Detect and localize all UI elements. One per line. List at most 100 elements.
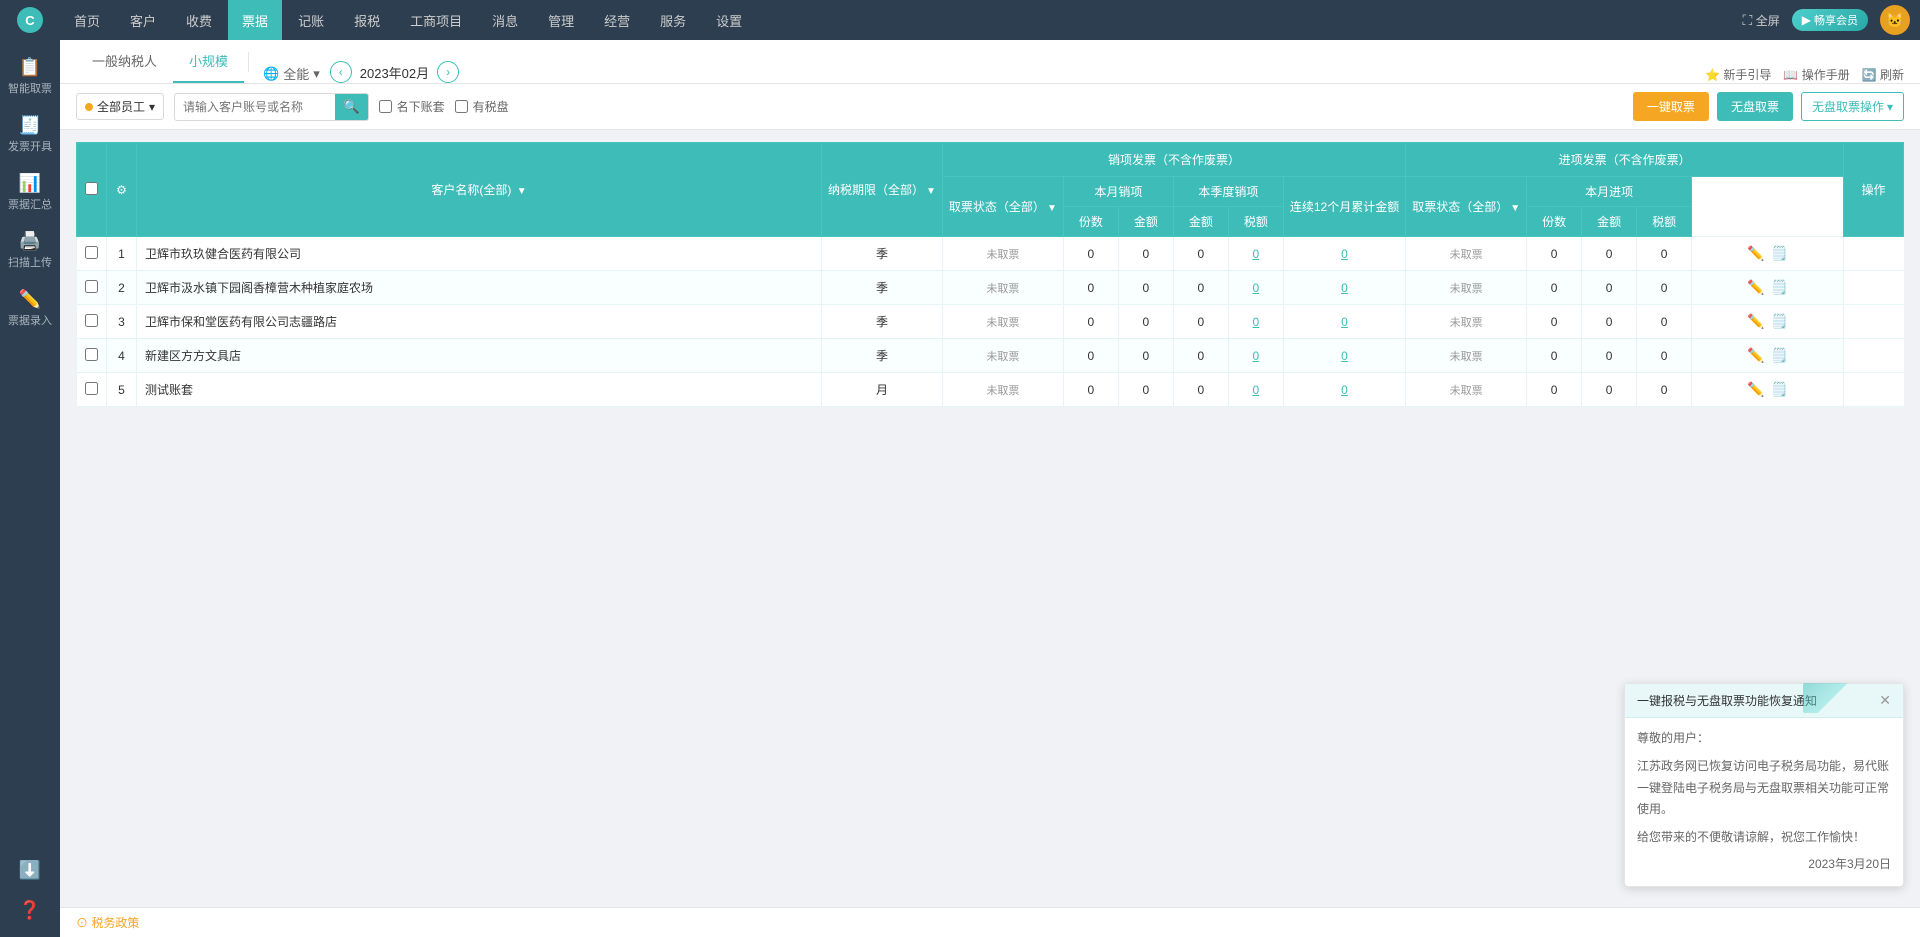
sales-status-filter[interactable]: ▼: [1047, 203, 1057, 214]
select-all-checkbox[interactable]: [85, 182, 98, 195]
nav-home[interactable]: 首页: [60, 0, 114, 40]
toolbar: 全部员工 ▾ 🔍 名下账套 有税盘 一键取票 无盘取票 无盘取票操作 ▾: [60, 84, 1920, 130]
tax-disk-checkbox[interactable]: [455, 100, 468, 113]
row-sales-quarter-amount: 0: [1173, 339, 1228, 373]
row-customer-name: 新建区方方文具店: [137, 339, 822, 373]
row-sales-quarter-tax: 0: [1228, 373, 1283, 407]
nav-customer[interactable]: 客户: [116, 0, 170, 40]
annual-link[interactable]: 0: [1341, 349, 1348, 363]
row-income-status: 未取票: [1406, 237, 1527, 271]
vip-button[interactable]: ▶ 畅享会员: [1792, 9, 1868, 31]
annual-link[interactable]: 0: [1341, 281, 1348, 295]
filter-own-accounts[interactable]: 名下账套: [379, 98, 445, 115]
th-income-group: 进项发票（不含作废票）: [1406, 143, 1844, 177]
bottom-bar[interactable]: ⊙ 税务政策: [60, 907, 1920, 937]
tax-policy-link[interactable]: ⊙ 税务政策: [76, 914, 139, 931]
nav-invoice[interactable]: 票据: [228, 0, 282, 40]
sidebar-download[interactable]: ⬇️: [2, 853, 58, 887]
row-income-month-tax: 0: [1637, 373, 1692, 407]
app-logo[interactable]: C: [10, 0, 50, 40]
filter-has-tax-disk[interactable]: 有税盘: [455, 98, 509, 115]
period-prev-btn[interactable]: ‹: [330, 61, 352, 83]
no-disk-fetch-btn[interactable]: 无盘取票: [1717, 92, 1793, 121]
entry-icon: ✏️: [19, 290, 41, 308]
period-filter-icon[interactable]: ▼: [926, 186, 936, 197]
svg-text:C: C: [25, 13, 35, 28]
nav-message[interactable]: 消息: [478, 0, 532, 40]
nav-service[interactable]: 服务: [646, 0, 700, 40]
row-checkbox[interactable]: [85, 246, 98, 259]
nav-tax[interactable]: 报税: [340, 0, 394, 40]
employee-filter[interactable]: 全部员工 ▾: [76, 93, 164, 120]
edit-icon[interactable]: ✏️: [1747, 347, 1764, 364]
new-guide-btn[interactable]: ⭐ 新手引导: [1705, 66, 1771, 83]
one-click-fetch-btn[interactable]: 一键取票: [1633, 92, 1709, 121]
settings-icon[interactable]: ⚙: [116, 183, 127, 197]
row-checkbox[interactable]: [85, 314, 98, 327]
nav-fee[interactable]: 收费: [172, 0, 226, 40]
refresh-btn[interactable]: 🔄 刷新: [1862, 66, 1904, 83]
row-income-month-count: 0: [1527, 373, 1582, 407]
search-button[interactable]: 🔍: [335, 94, 368, 120]
sales-quarter-tax-link[interactable]: 0: [1253, 349, 1260, 363]
sidebar-help[interactable]: ❓: [2, 893, 58, 927]
edit-icon[interactable]: ✏️: [1747, 381, 1764, 398]
search-input[interactable]: [175, 95, 335, 119]
annual-link[interactable]: 0: [1341, 247, 1348, 261]
table-row: 1 卫辉市玖玖健合医药有限公司 季 未取票 0 0 0 0 0 未取票 0 0 …: [77, 237, 1904, 271]
th-income-status: 取票状态（全部）▼: [1406, 177, 1527, 237]
edit-icon[interactable]: ✏️: [1747, 313, 1764, 330]
own-accounts-checkbox[interactable]: [379, 100, 392, 113]
view-icon[interactable]: 🗒️: [1771, 313, 1788, 330]
edit-icon[interactable]: ✏️: [1747, 245, 1764, 262]
row-checkbox[interactable]: [85, 348, 98, 361]
th-annual: 连续12个月累计金额: [1283, 177, 1405, 237]
row-checkbox[interactable]: [85, 280, 98, 293]
nav-management[interactable]: 管理: [534, 0, 588, 40]
annual-link[interactable]: 0: [1341, 315, 1348, 329]
th-sales-month-count: 份数: [1063, 207, 1118, 237]
sidebar-item-scan[interactable]: 🖨️ 扫描上传: [2, 224, 58, 278]
customer-filter-icon[interactable]: ▼: [517, 186, 527, 197]
view-icon[interactable]: 🗒️: [1771, 279, 1788, 296]
sidebar-item-smart-invoice[interactable]: 📋 智能取票: [2, 50, 58, 104]
row-checkbox-cell: [77, 305, 107, 339]
sidebar-item-summary[interactable]: 📊 票据汇总: [2, 166, 58, 220]
table-row: 4 新建区方方文具店 季 未取票 0 0 0 0 0 未取票 0 0 0 ✏️ …: [77, 339, 1904, 373]
th-month-income: 本月进项: [1527, 177, 1692, 207]
fullscreen-btn[interactable]: ⛶ 全屏: [1743, 12, 1780, 29]
sales-quarter-tax-link[interactable]: 0: [1253, 247, 1260, 261]
nav-business[interactable]: 工商项目: [396, 0, 476, 40]
nav-bookkeeping[interactable]: 记账: [284, 0, 338, 40]
nav-operation[interactable]: 经营: [590, 0, 644, 40]
sales-quarter-tax-link[interactable]: 0: [1253, 281, 1260, 295]
view-icon[interactable]: 🗒️: [1771, 381, 1788, 398]
table-row: 3 卫辉市保和堂医药有限公司志疆路店 季 未取票 0 0 0 0 0 未取票 0…: [77, 305, 1904, 339]
row-sales-quarter-amount: 0: [1173, 237, 1228, 271]
tab-all-dropdown[interactable]: 🌐 全能 ▾: [253, 64, 330, 83]
sidebar-item-entry[interactable]: ✏️ 票据录入: [2, 282, 58, 336]
income-status-filter[interactable]: ▼: [1510, 203, 1520, 214]
tab-small-scale[interactable]: 小规模: [173, 40, 244, 83]
annual-link[interactable]: 0: [1341, 383, 1348, 397]
scan-icon: 🖨️: [19, 232, 41, 250]
row-sales-month-count: 0: [1063, 271, 1118, 305]
no-disk-ops-btn[interactable]: 无盘取票操作 ▾: [1801, 92, 1904, 121]
edit-icon[interactable]: ✏️: [1747, 279, 1764, 296]
period-next-btn[interactable]: ›: [437, 61, 459, 83]
notification-greeting: 尊敬的用户：: [1637, 728, 1891, 750]
tab-general-taxpayer[interactable]: 一般纳税人: [76, 40, 173, 83]
user-avatar[interactable]: 🐱: [1880, 5, 1910, 35]
view-icon[interactable]: 🗒️: [1771, 245, 1788, 262]
row-checkbox[interactable]: [85, 382, 98, 395]
sales-quarter-tax-link[interactable]: 0: [1253, 315, 1260, 329]
notification-close-btn[interactable]: ✕: [1879, 692, 1891, 709]
nav-settings[interactable]: 设置: [702, 0, 756, 40]
search-box: 🔍: [174, 93, 369, 121]
view-icon[interactable]: 🗒️: [1771, 347, 1788, 364]
row-sales-month-count: 0: [1063, 237, 1118, 271]
sidebar-item-issue-invoice[interactable]: 🧾 发票开具: [2, 108, 58, 162]
sales-quarter-tax-link[interactable]: 0: [1253, 383, 1260, 397]
manual-btn[interactable]: 📖 操作手册: [1783, 66, 1849, 83]
row-index: 3: [107, 305, 137, 339]
